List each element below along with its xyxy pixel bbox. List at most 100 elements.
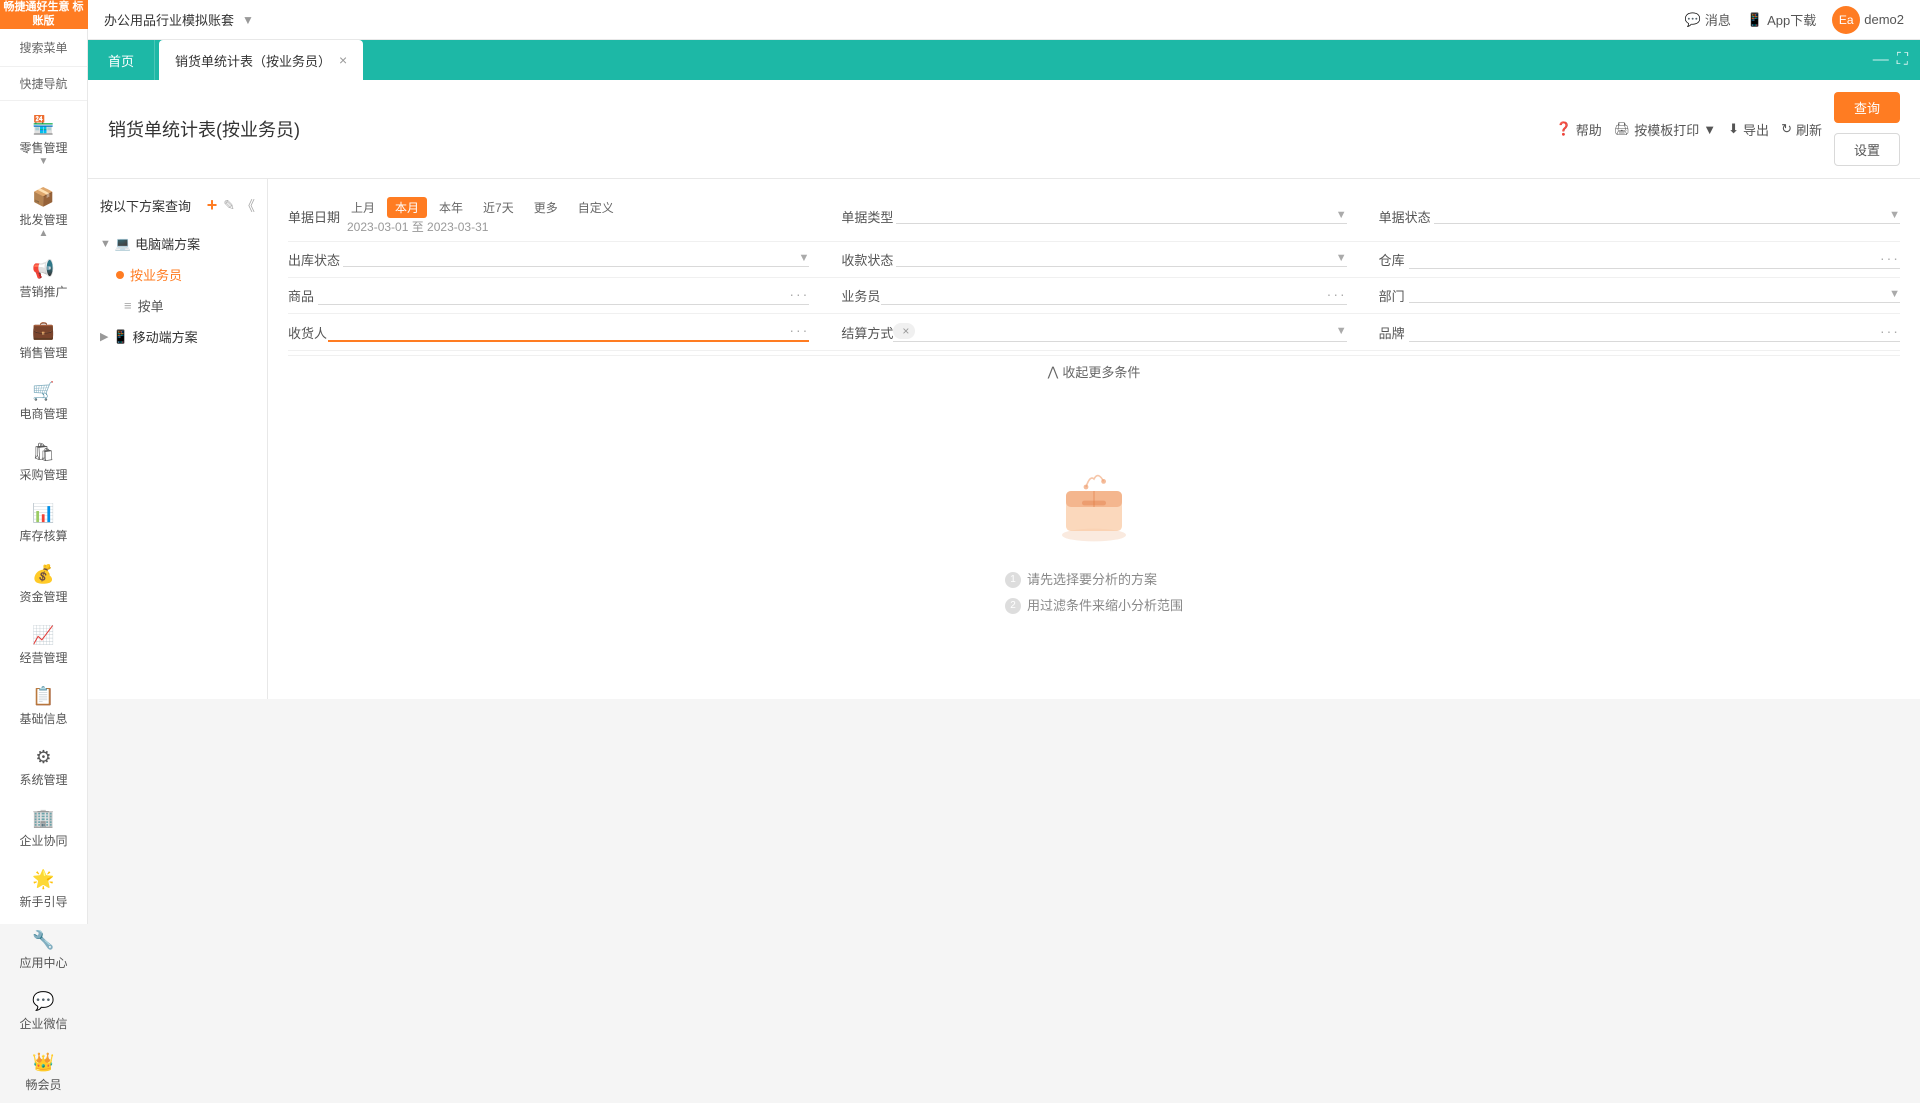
date-tab-this-year[interactable]: 本年	[431, 197, 471, 218]
payment-method-dropdown[interactable]: × ▼	[893, 323, 1346, 342]
inventory-icon: 📊	[32, 503, 54, 524]
sidebar-item-operations[interactable]: 📈 经营管理	[0, 615, 87, 676]
out-status-dropdown[interactable]: ▼	[343, 252, 809, 267]
tab-minimize-icon[interactable]: —	[1873, 51, 1889, 69]
top-header-right: 💬 消息 📱 App下载 Ea demo2	[1685, 6, 1904, 34]
sidebar-item-purchase[interactable]: 🛍 采购管理	[0, 432, 87, 493]
tab-sales-stat[interactable]: 销货单统计表（按业务员） ×	[159, 40, 363, 80]
scheme-group-mobile-header[interactable]: ▶ 📱 移动端方案	[88, 321, 267, 352]
filter-department-cell: 部门 ▼	[1363, 278, 1900, 314]
out-status-caret-icon: ▼	[798, 252, 809, 264]
settings-button[interactable]: 设置	[1834, 133, 1900, 166]
sidebar-item-wechat[interactable]: 💬 企业微信	[0, 981, 87, 1042]
sidebar-item-system[interactable]: ⚙ 系统管理	[0, 737, 87, 798]
page-title: 销货单统计表(按业务员)	[108, 116, 300, 142]
scheme-order-label: 按单	[138, 296, 164, 315]
brand-dots-icon: ···	[1880, 323, 1900, 339]
sidebar-item-marketing-label: 营销推广	[19, 283, 67, 300]
page-title-actions: ❓ 帮助 🖨 按模板打印 ▼ ⬇ 导出 ↻ 刷新 查询	[1556, 92, 1900, 166]
date-label: 单据日期	[288, 207, 343, 226]
help-btn[interactable]: ❓ 帮助	[1556, 120, 1602, 139]
sidebar-item-appcenter-label: 应用中心	[19, 954, 67, 971]
sidebar-item-retail-label: 零售管理	[19, 139, 67, 156]
filter-receive-status-cell: 收款状态 ▼	[825, 242, 1362, 278]
receive-status-dropdown[interactable]: ▼	[896, 252, 1346, 267]
date-tab-custom[interactable]: 自定义	[570, 197, 622, 218]
messages-btn[interactable]: 💬 消息	[1685, 10, 1731, 29]
filter-row-1: 单据日期 上月 本月 本年 近7天 更多 自定义 2023-03-01 至 20…	[288, 179, 1900, 242]
export-btn[interactable]: ⬇ 导出	[1728, 120, 1769, 139]
scheme-add-icon[interactable]: +	[207, 195, 218, 216]
sidebar-item-newbie[interactable]: 🌟 新手引导	[0, 859, 87, 920]
scheme-edit-icon[interactable]: ✎	[223, 197, 235, 214]
warehouse-input[interactable]: ···	[1409, 250, 1900, 269]
print-dropdown-icon: ▼	[1703, 122, 1716, 137]
scheme-subitem-by-order[interactable]: ≡ 按单	[88, 290, 267, 321]
tab-close-icon[interactable]: ×	[339, 52, 347, 68]
date-tab-more[interactable]: 更多	[526, 197, 566, 218]
user-profile-btn[interactable]: Ea demo2	[1832, 6, 1904, 34]
template-print-label: 按模板打印	[1634, 120, 1699, 139]
sidebar-item-marketing[interactable]: 📢 营销推广	[0, 249, 87, 310]
sidebar: 畅捷通好生意 标账版 搜索菜单 快捷导航 🏪 零售管理 ▼ 📦 批发管理 ▲ 📢…	[0, 0, 88, 924]
messages-label: 消息	[1705, 10, 1731, 29]
refresh-btn[interactable]: ↻ 刷新	[1781, 120, 1822, 139]
wholesale-arrow-icon: ▲	[39, 228, 49, 239]
message-icon: 💬	[1685, 12, 1701, 28]
empty-illustration	[1044, 467, 1144, 547]
payment-caret-icon: ▼	[1336, 325, 1347, 337]
header-dropdown-icon[interactable]: ▼	[242, 13, 254, 27]
app-download-btn[interactable]: 📱 App下载	[1747, 10, 1816, 29]
doc-type-dropdown[interactable]: ▼	[896, 209, 1346, 224]
tab-active-label: 销货单统计表（按业务员）	[175, 51, 331, 70]
filter-product-cell: 商品 ···	[288, 278, 825, 314]
tab-home[interactable]: 首页	[88, 40, 155, 80]
payment-badge-close-icon[interactable]: ×	[902, 324, 909, 338]
sidebar-item-ecommerce[interactable]: 🛒 电商管理	[0, 371, 87, 432]
product-input[interactable]: ···	[318, 286, 809, 305]
sidebar-search-section[interactable]: 搜索菜单	[0, 29, 87, 67]
page-title-bar: 销货单统计表(按业务员) ❓ 帮助 🖨 按模板打印 ▼ ⬇ 导出 ↻ 刷新	[88, 80, 1920, 179]
department-dropdown[interactable]: ▼	[1409, 288, 1900, 303]
export-label: 导出	[1743, 120, 1769, 139]
collapse-btn[interactable]: ⋀ 收起更多条件	[288, 355, 1900, 387]
doc-status-dropdown[interactable]: ▼	[1434, 209, 1900, 224]
collapse-up-icon: ⋀	[1048, 364, 1059, 380]
top-header-left: 办公用品行业模拟账套 ▼	[104, 10, 254, 29]
appcenter-icon: 🔧	[32, 930, 54, 951]
filter-date-cell: 单据日期 上月 本月 本年 近7天 更多 自定义 2023-03-01 至 20…	[288, 191, 825, 242]
query-button[interactable]: 查询	[1834, 92, 1900, 123]
tab-maximize-icon[interactable]: ⛶	[1897, 51, 1908, 69]
filter-doc-status-cell: 单据状态 ▼	[1363, 191, 1900, 242]
sidebar-item-finance[interactable]: 💰 资金管理	[0, 554, 87, 615]
sidebar-item-retail[interactable]: 🏪 零售管理 ▼	[0, 105, 87, 177]
sidebar-item-newbie-label: 新手引导	[19, 893, 67, 910]
filter-brand-cell: 品牌 ···	[1363, 314, 1900, 351]
template-print-btn[interactable]: 🖨 按模板打印 ▼	[1614, 120, 1716, 139]
sidebar-item-sales[interactable]: 💼 销售管理	[0, 310, 87, 371]
consignee-input[interactable]: ···	[328, 322, 809, 342]
scheme-group-mobile: ▶ 📱 移动端方案	[88, 321, 267, 352]
department-label: 部门	[1379, 286, 1409, 305]
date-tab-7days[interactable]: 近7天	[475, 197, 522, 218]
tab-home-label: 首页	[108, 51, 134, 70]
help-label: 帮助	[1576, 120, 1602, 139]
date-tab-last-month[interactable]: 上月	[343, 197, 383, 218]
quicknav-label[interactable]: 快捷导航	[19, 75, 67, 92]
date-tab-this-month[interactable]: 本月	[387, 197, 427, 218]
sidebar-item-member[interactable]: 👑 畅会员	[0, 1042, 87, 1103]
consignee-label: 收货人	[288, 323, 328, 342]
sidebar-item-enterprise[interactable]: 🏢 企业协同	[0, 798, 87, 859]
scheme-group-pc-header[interactable]: ▼ 💻 电脑端方案	[88, 228, 267, 259]
sidebar-quicknav-section[interactable]: 快捷导航	[0, 67, 87, 101]
scheme-collapse-icon[interactable]: 《	[241, 196, 255, 216]
search-menu-label[interactable]: 搜索菜单	[19, 39, 67, 56]
sidebar-item-wholesale[interactable]: 📦 批发管理 ▲	[0, 177, 87, 249]
scheme-item-by-salesperson[interactable]: 按业务员	[88, 259, 267, 290]
sidebar-item-appcenter[interactable]: 🔧 应用中心	[0, 920, 87, 981]
filter-row-3: 商品 ··· 业务员 ··· 部门	[288, 278, 1900, 314]
sidebar-item-basic[interactable]: 📋 基础信息	[0, 676, 87, 737]
sidebar-item-inventory[interactable]: 📊 库存核算	[0, 493, 87, 554]
salesperson-input[interactable]: ···	[881, 286, 1346, 305]
brand-input[interactable]: ···	[1409, 323, 1900, 342]
